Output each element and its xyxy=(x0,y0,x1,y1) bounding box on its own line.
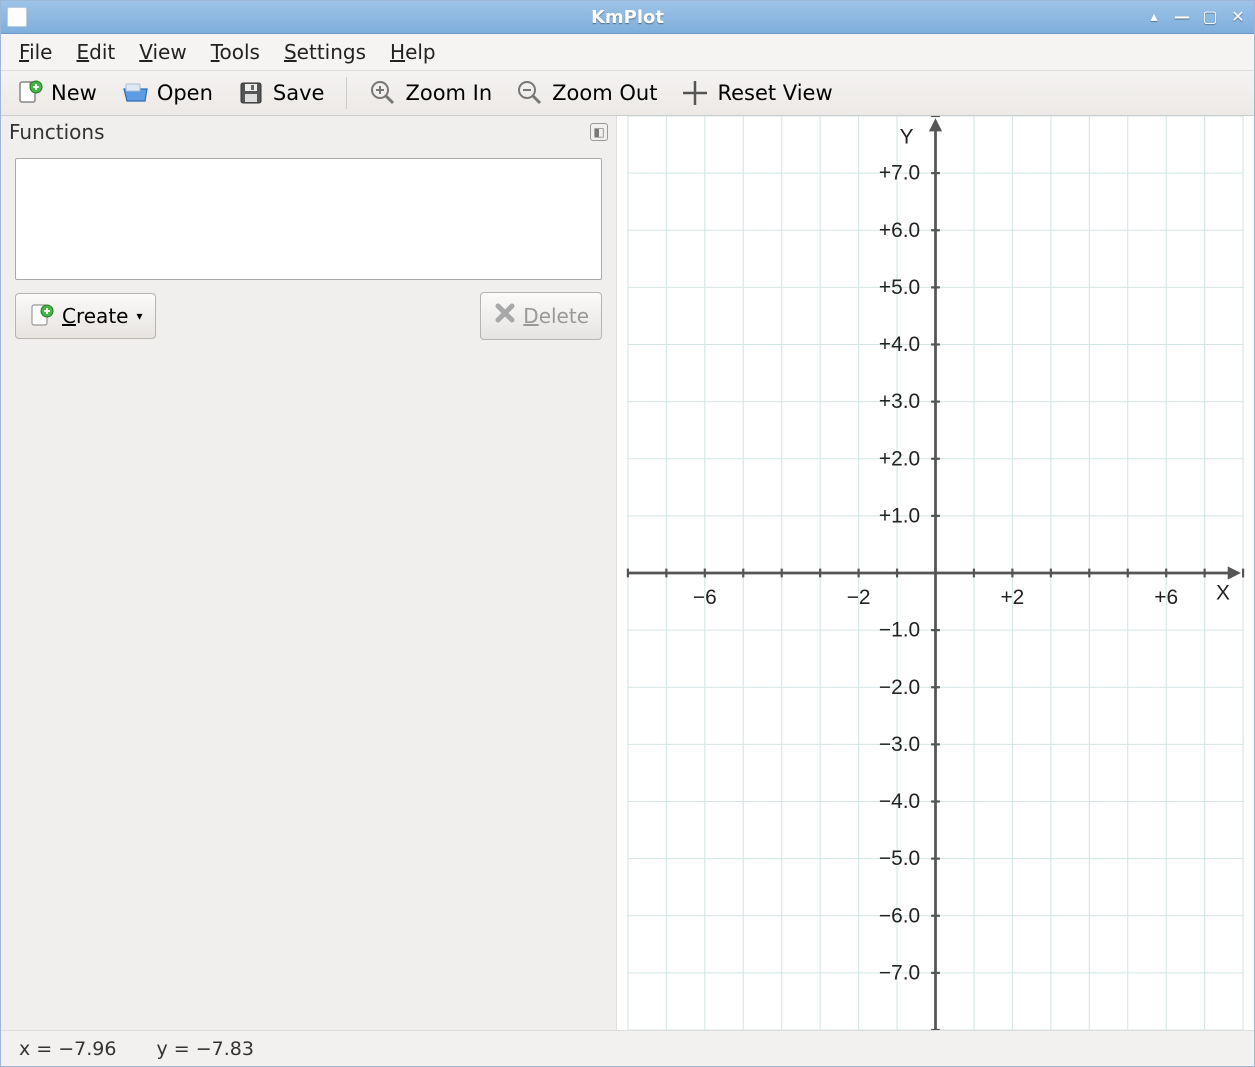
add-document-icon xyxy=(28,302,56,330)
y-tick-label: +4.0 xyxy=(879,333,920,356)
zoom-out-icon xyxy=(516,79,544,107)
menu-edit[interactable]: Edit xyxy=(76,40,115,64)
y-tick-label: +7.0 xyxy=(879,162,920,185)
menu-settings[interactable]: Settings xyxy=(284,40,366,64)
statusbar: x = −7.96 y = −7.83 xyxy=(1,1030,1254,1066)
panel-detach-button[interactable]: ◧ xyxy=(590,123,608,141)
save-icon xyxy=(237,79,265,107)
main-area: Functions ◧ Create ▾ xyxy=(1,116,1254,1030)
x-tick-label: +2 xyxy=(1001,586,1025,609)
y-tick-label: −5.0 xyxy=(879,847,920,870)
titlebar: KmPlot ▴ — ▢ ✕ xyxy=(1,1,1254,34)
functions-panel-header: Functions ◧ xyxy=(1,116,616,148)
chevron-down-icon: ▾ xyxy=(136,309,142,323)
toolbar: New Open Save xyxy=(1,71,1254,116)
y-tick-label: +2.0 xyxy=(879,447,920,470)
y-tick-label: +1.0 xyxy=(879,504,920,527)
window-title: KmPlot xyxy=(591,7,664,28)
y-tick-label: −4.0 xyxy=(879,790,920,813)
status-y: y = −7.83 xyxy=(156,1038,253,1060)
window-arrow-icon[interactable]: ▴ xyxy=(1144,7,1164,27)
functions-panel-title: Functions xyxy=(9,120,105,144)
y-axis-label: Y xyxy=(900,125,914,148)
zoom-in-button[interactable]: Zoom In xyxy=(363,77,498,109)
y-tick-label: +6.0 xyxy=(879,219,920,242)
reset-view-icon xyxy=(681,79,709,107)
zoom-in-icon xyxy=(369,79,397,107)
app-window: KmPlot ▴ — ▢ ✕ File Edit View Tools Sett… xyxy=(0,0,1255,1067)
x-axis-label: X xyxy=(1216,581,1230,604)
x-tick-label: +6 xyxy=(1154,586,1178,609)
zoom-in-label: Zoom In xyxy=(405,81,492,105)
open-button[interactable]: Open xyxy=(115,77,219,109)
zoom-out-button[interactable]: Zoom Out xyxy=(510,77,663,109)
x-tick-label: −2 xyxy=(847,586,871,609)
x-tick-label: −6 xyxy=(693,586,717,609)
menu-help[interactable]: Help xyxy=(390,40,436,64)
new-label: New xyxy=(51,81,97,105)
menu-view[interactable]: View xyxy=(139,40,186,64)
plot-area[interactable]: −6 −2 +2 +6 −7.0 −6.0 −5.0 −4.0 −3.0 −2.0 −1.0 +1.0… xyxy=(617,116,1254,1030)
toolbar-separator xyxy=(346,77,347,109)
folder-open-icon xyxy=(121,79,149,107)
y-tick-label: +5.0 xyxy=(879,276,920,299)
y-tick-label: −1.0 xyxy=(879,619,920,642)
new-button[interactable]: New xyxy=(9,77,103,109)
plot-canvas[interactable]: −6 −2 +2 +6 −7.0 −6.0 −5.0 −4.0 −3.0 −2.0 −1.0 +1.0… xyxy=(617,116,1254,1030)
delete-function-button[interactable]: Delete xyxy=(480,292,602,340)
y-tick-label: +3.0 xyxy=(879,390,920,413)
create-function-button[interactable]: Create ▾ xyxy=(15,293,156,339)
window-minimize-button[interactable]: — xyxy=(1172,7,1192,27)
zoom-out-label: Zoom Out xyxy=(552,81,657,105)
save-button[interactable]: Save xyxy=(231,77,331,109)
delete-icon xyxy=(493,301,517,331)
y-tick-label: −7.0 xyxy=(879,961,920,984)
menu-tools[interactable]: Tools xyxy=(211,40,260,64)
document-new-icon xyxy=(15,79,43,107)
reset-view-button[interactable]: Reset View xyxy=(675,77,838,109)
reset-view-label: Reset View xyxy=(717,81,832,105)
window-controls: ▴ — ▢ ✕ xyxy=(1144,7,1248,27)
menu-file[interactable]: File xyxy=(19,40,52,64)
app-icon xyxy=(7,7,27,27)
window-close-button[interactable]: ✕ xyxy=(1228,7,1248,27)
y-tick-label: −6.0 xyxy=(879,904,920,927)
function-list[interactable] xyxy=(15,158,602,280)
window-maximize-button[interactable]: ▢ xyxy=(1200,7,1220,27)
functions-panel: Functions ◧ Create ▾ xyxy=(1,116,617,1030)
functions-panel-buttons: Create ▾ Delete xyxy=(1,288,616,344)
open-label: Open xyxy=(157,81,213,105)
menubar: File Edit View Tools Settings Help xyxy=(1,34,1254,71)
status-x: x = −7.96 xyxy=(19,1038,116,1060)
save-label: Save xyxy=(273,81,325,105)
y-tick-label: −2.0 xyxy=(879,676,920,699)
y-tick-label: −3.0 xyxy=(879,733,920,756)
